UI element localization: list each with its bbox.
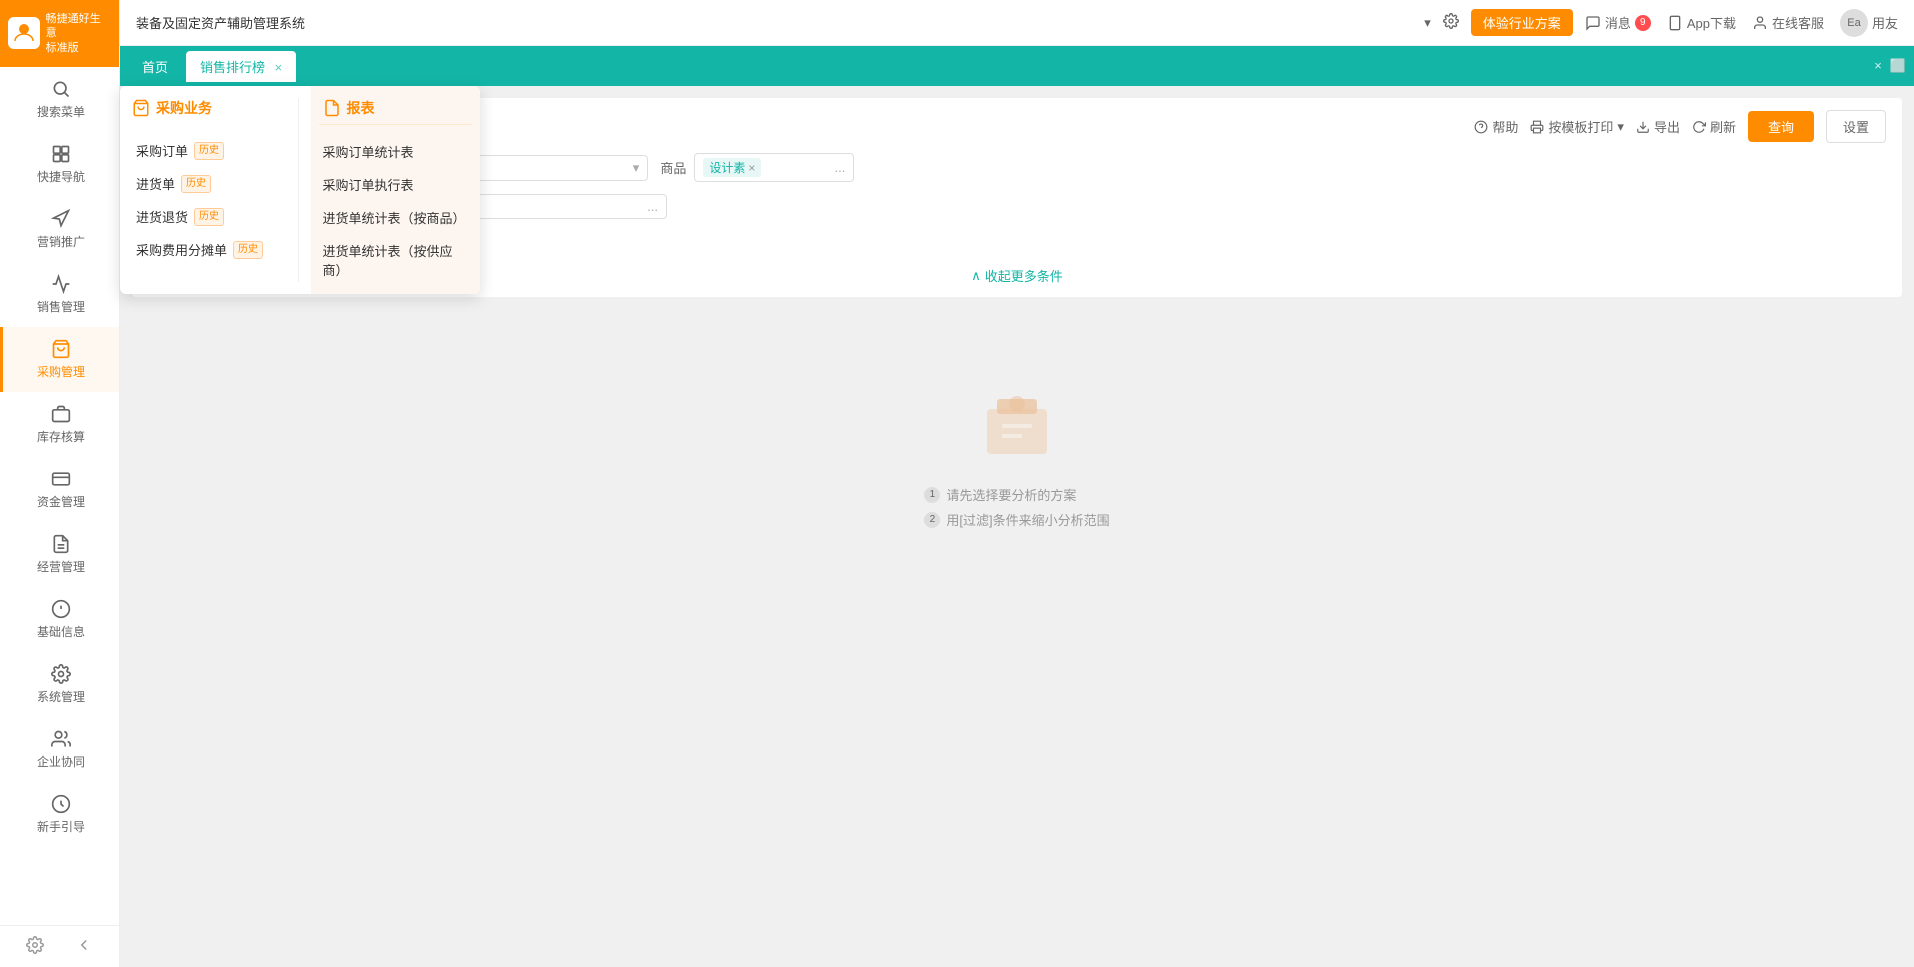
sidebar-item-quicknav[interactable]: 快捷导航: [0, 132, 119, 197]
menu-report-section: 报表 采购订单统计表 采购订单执行表 进货单统计表（按商品） 进货单统计表（按供…: [311, 86, 481, 294]
menu-report-incoming-supplier[interactable]: 进货单统计表（按供应商）: [319, 234, 473, 286]
sidebar-item-sales[interactable]: 销售管理: [0, 262, 119, 327]
menu-item-expense[interactable]: 采购费用分摊单 历史: [132, 233, 286, 266]
sidebar-item-purchase[interactable]: 采购管理: [0, 327, 119, 392]
settings-icon[interactable]: [1443, 13, 1459, 32]
user-btn[interactable]: Ea 用友: [1840, 9, 1898, 37]
header-actions: 消息 9 App下载 在线客服 Ea 用友: [1585, 9, 1898, 37]
refresh-btn[interactable]: 刷新: [1692, 117, 1736, 136]
goods-select[interactable]: 设计素 × ...: [694, 153, 854, 182]
logo-icon: [8, 17, 40, 49]
empty-tips: 1 请先选择要分析的方案 2 用[过滤]条件来缩小分析范围: [924, 485, 1109, 535]
avatar: Ea: [1840, 9, 1868, 37]
empty-tip-1: 1 请先选择要分析的方案: [924, 485, 1109, 504]
history-badge-2: 历史: [194, 208, 224, 226]
export-btn[interactable]: 导出: [1636, 117, 1680, 136]
tab-maximize-icon[interactable]: ⬜: [1890, 58, 1906, 74]
sidebar-item-search[interactable]: 搜索菜单: [0, 67, 119, 132]
sidebar-item-enterprise[interactable]: 企业协同: [0, 717, 119, 782]
system-title-dropdown[interactable]: ▾: [1424, 15, 1431, 31]
tab-sales-rank[interactable]: 销售排行榜 ×: [186, 51, 296, 82]
dropdown-menu: 采购业务 采购订单 历史 进货单 历史 进货退货 历史 采购费用分摊单 历史 报…: [120, 86, 480, 294]
history-badge-1: 历史: [181, 175, 211, 193]
sidebar-settings-icon[interactable]: [26, 936, 44, 957]
sidebar-item-operations[interactable]: 经营管理: [0, 522, 119, 587]
goods-tag: 设计素 ×: [703, 158, 761, 177]
filter-goods-group: 商品 设计素 × ...: [660, 153, 854, 182]
sidebar-item-baseinfo[interactable]: 基础信息: [0, 587, 119, 652]
tab-bar-right: × ⬜: [1874, 58, 1906, 74]
sidebar-item-guide[interactable]: 新手引导: [0, 782, 119, 847]
system-title: 装备及固定资产辅助管理系统: [136, 13, 1412, 32]
menu-item-return[interactable]: 进货退货 历史: [132, 200, 286, 233]
menu-report-title: 报表: [319, 94, 473, 125]
collapse-btn[interactable]: ∧ 收起更多条件: [971, 266, 1063, 285]
menu-purchase-title: 采购业务: [132, 98, 286, 124]
sidebar-bottom: [0, 925, 119, 967]
logo-area: 畅捷通好生意 标准版: [0, 0, 119, 67]
empty-tip-2: 2 用[过滤]条件来缩小分析范围: [924, 510, 1109, 529]
history-badge-3: 历史: [233, 241, 263, 259]
history-badge-0: 历史: [194, 142, 224, 160]
goods-label: 商品: [660, 158, 686, 177]
tab-close-icon[interactable]: ×: [275, 60, 283, 75]
print-btn[interactable]: 按模板打印 ▾: [1530, 117, 1624, 136]
sidebar-item-marketing[interactable]: 营销推广: [0, 197, 119, 262]
tab-window-icon[interactable]: ×: [1874, 58, 1882, 74]
goods-tag-close[interactable]: ×: [748, 161, 755, 175]
menu-purchase-section: 采购业务 采购订单 历史 进货单 历史 进货退货 历史 采购费用分摊单 历史: [132, 98, 286, 282]
menu-report-order-stats[interactable]: 采购订单统计表: [319, 135, 473, 168]
tab-bar: 首页 销售排行榜 × × ⬜: [120, 46, 1914, 86]
top-header: 装备及固定资产辅助管理系统 ▾ 体验行业方案 消息 9 App下载 在线客服: [120, 0, 1914, 46]
industry-btn[interactable]: 体验行业方案: [1471, 9, 1573, 36]
sidebar-collapse-icon[interactable]: [75, 936, 93, 957]
sidebar-item-system[interactable]: 系统管理: [0, 652, 119, 717]
app-download-btn[interactable]: App下载: [1667, 13, 1736, 32]
sidebar-nav: 搜索菜单 快捷导航 营销推广 销售管理 采购管理: [0, 67, 119, 925]
sidebar-item-finance[interactable]: 资金管理: [0, 457, 119, 522]
setting-btn[interactable]: 设置: [1826, 110, 1886, 143]
salesperson-select[interactable]: ...: [467, 194, 667, 219]
online-service-btn[interactable]: 在线客服: [1752, 13, 1824, 32]
menu-report-incoming-goods[interactable]: 进货单统计表（按商品）: [319, 201, 473, 234]
empty-illustration: [967, 369, 1067, 469]
query-btn[interactable]: 查询: [1748, 111, 1814, 142]
menu-item-purchase-order[interactable]: 采购订单 历史: [132, 134, 286, 167]
help-btn[interactable]: 帮助: [1474, 117, 1518, 136]
logo-text: 畅捷通好生意 标准版: [46, 12, 111, 55]
tab-home[interactable]: 首页: [128, 51, 182, 82]
menu-divider: [298, 98, 299, 282]
empty-state: 1 请先选择要分析的方案 2 用[过滤]条件来缩小分析范围: [132, 309, 1902, 595]
messages-btn[interactable]: 消息 9: [1585, 13, 1651, 32]
sidebar-item-inventory[interactable]: 库存核算: [0, 392, 119, 457]
menu-item-incoming[interactable]: 进货单 历史: [132, 167, 286, 200]
sidebar: 畅捷通好生意 标准版 搜索菜单 快捷导航 营销推广 销售管: [0, 0, 120, 967]
menu-report-order-exec[interactable]: 采购订单执行表: [319, 168, 473, 201]
